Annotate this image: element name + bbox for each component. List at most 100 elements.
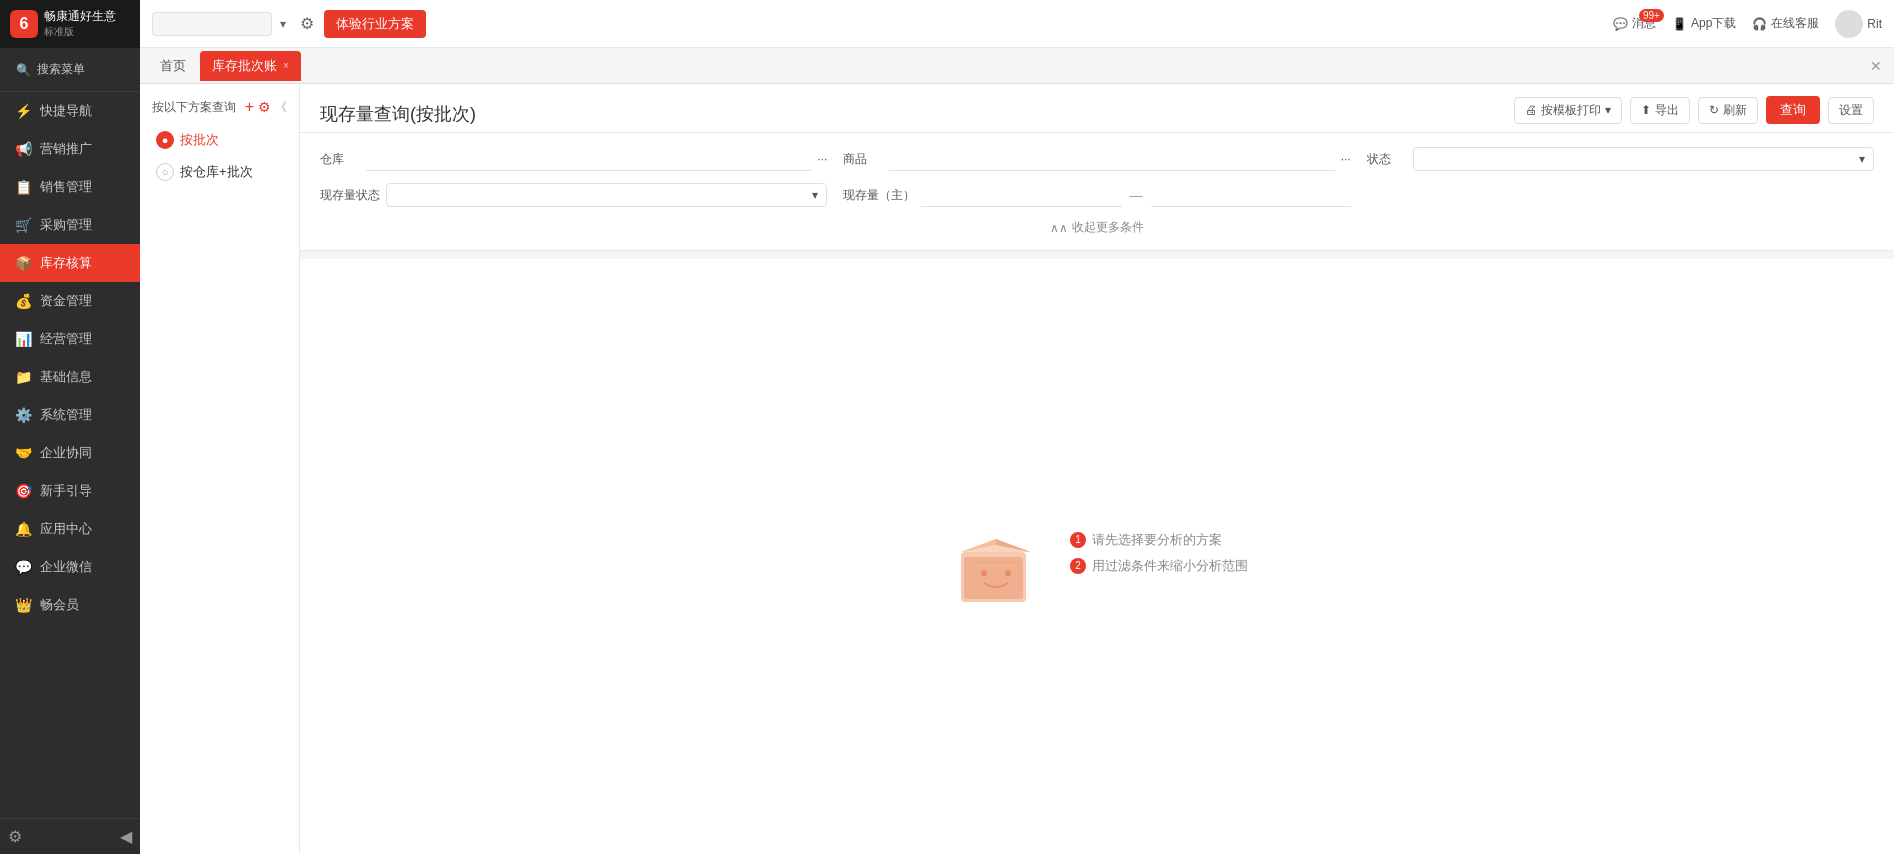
sidebar-item-label: 基础信息 bbox=[40, 368, 92, 386]
tab-bar-close-button[interactable]: ✕ bbox=[1870, 58, 1882, 74]
header-dropdown-button[interactable]: ▾ bbox=[276, 13, 290, 35]
logo-char: 6 bbox=[20, 15, 29, 33]
wechat-icon: 💬 bbox=[14, 558, 32, 576]
top-header: ▾ ⚙ 体验行业方案 💬 消息 99+ 📱 App下载 🎧 在线客服 Rit bbox=[140, 0, 1894, 48]
search-icon: 🔍 bbox=[16, 63, 31, 77]
inventory-status-label: 现存量状态 bbox=[320, 187, 380, 204]
collapse-filter-button[interactable]: ∧∧ 收起更多条件 bbox=[320, 219, 1874, 236]
marketing-icon: 📢 bbox=[14, 140, 32, 158]
product-filter-input[interactable] bbox=[889, 148, 1334, 171]
svg-rect-1 bbox=[964, 557, 1023, 599]
sidebar-item-label: 销售管理 bbox=[40, 178, 92, 196]
settings-button[interactable]: 设置 bbox=[1828, 97, 1874, 124]
sidebar-footer: ⚙ ◀ bbox=[0, 818, 140, 854]
sidebar-item-sales[interactable]: 📋 销售管理 bbox=[0, 168, 140, 206]
tab-home[interactable]: 首页 bbox=[148, 51, 198, 81]
operation-icon: 📊 bbox=[14, 330, 32, 348]
header-settings-button[interactable]: ⚙ bbox=[294, 10, 320, 37]
sidebar-item-label: 企业协同 bbox=[40, 444, 92, 462]
filter-row-1: 仓库 ··· 商品 ··· 状态 ▾ bbox=[320, 147, 1874, 171]
step-1-number: 1 bbox=[1070, 532, 1086, 548]
sales-icon: 📋 bbox=[14, 178, 32, 196]
messages-badge: 99+ bbox=[1639, 9, 1664, 22]
scheme-item-batch[interactable]: ● 按批次 bbox=[140, 124, 299, 156]
header-search-input[interactable] bbox=[152, 12, 272, 36]
header-right: 💬 消息 99+ 📱 App下载 🎧 在线客服 Rit bbox=[1613, 10, 1882, 38]
print-dropdown-icon: ▾ bbox=[1605, 103, 1611, 117]
sidebar-item-label: 快捷导航 bbox=[40, 102, 92, 120]
quicknav-icon: ⚡ bbox=[14, 102, 32, 120]
newbie-icon: 🎯 bbox=[14, 482, 32, 500]
online-service-button[interactable]: 🎧 在线客服 bbox=[1752, 15, 1819, 32]
status-filter-label: 状态 bbox=[1367, 151, 1407, 168]
export-button[interactable]: ⬆ 导出 bbox=[1630, 97, 1690, 124]
filter-row-2: 现存量状态 ▾ 现存量（主） — bbox=[320, 183, 1874, 207]
collapse-panel-button[interactable]: 《 bbox=[275, 99, 287, 116]
sidebar-item-wechat[interactable]: 💬 企业微信 bbox=[0, 548, 140, 586]
search-menu-button[interactable]: 🔍 搜索菜单 bbox=[8, 56, 132, 83]
filter-status: 状态 ▾ bbox=[1367, 147, 1874, 171]
product-more-button[interactable]: ··· bbox=[1341, 152, 1351, 166]
industry-solution-button[interactable]: 体验行业方案 bbox=[324, 10, 426, 38]
export-icon: ⬆ bbox=[1641, 103, 1651, 117]
scheme-active-icon: ● bbox=[156, 131, 174, 149]
tab-inventory-batch[interactable]: 库存批次账 × bbox=[200, 51, 301, 81]
phone-icon: 📱 bbox=[1672, 17, 1687, 31]
inventory-status-dropdown-icon: ▾ bbox=[812, 188, 818, 202]
export-label: 导出 bbox=[1655, 102, 1679, 119]
user-profile-button[interactable]: Rit bbox=[1835, 10, 1882, 38]
sidebar-item-member[interactable]: 👑 畅会员 bbox=[0, 586, 140, 624]
scheme-item-warehouse-batch[interactable]: ○ 按仓库+批次 bbox=[140, 156, 299, 188]
messages-button[interactable]: 💬 消息 99+ bbox=[1613, 15, 1656, 32]
warehouse-more-button[interactable]: ··· bbox=[817, 152, 827, 166]
sidebar-brand: 畅康通好生意 标准版 bbox=[44, 9, 116, 39]
username-label: Rit bbox=[1867, 17, 1882, 31]
query-button[interactable]: 查询 bbox=[1766, 96, 1820, 124]
status-filter-select[interactable]: ▾ bbox=[1413, 147, 1874, 171]
print-button[interactable]: 🖨 按模板打印 ▾ bbox=[1514, 97, 1622, 124]
print-label: 按模板打印 bbox=[1541, 102, 1601, 119]
sidebar-item-marketing[interactable]: 📢 营销推广 bbox=[0, 130, 140, 168]
filter-product: 商品 ··· bbox=[843, 148, 1350, 171]
online-service-label: 在线客服 bbox=[1771, 15, 1819, 32]
range-dash: — bbox=[1130, 188, 1143, 203]
sidebar-header: 6 畅康通好生意 标准版 bbox=[0, 0, 140, 48]
inventory-quantity-from[interactable] bbox=[921, 184, 1121, 207]
sidebar-item-purchase[interactable]: 🛒 采购管理 bbox=[0, 206, 140, 244]
inventory-status-select[interactable]: ▾ bbox=[386, 183, 827, 207]
sidebar-item-system[interactable]: ⚙️ 系统管理 bbox=[0, 396, 140, 434]
svg-point-2 bbox=[981, 570, 987, 576]
content-area: 按以下方案查询 + ⚙ 《 ● 按批次 ○ 按仓库+批次 现存量查询(按批次) bbox=[140, 84, 1894, 854]
empty-icon bbox=[946, 507, 1046, 607]
sidebar-collapse-button[interactable]: ◀ bbox=[120, 827, 132, 846]
avatar bbox=[1835, 10, 1863, 38]
sidebar-item-newbie[interactable]: 🎯 新手引导 bbox=[0, 472, 140, 510]
inventory-quantity-to[interactable] bbox=[1151, 184, 1351, 207]
left-panel-title: 按以下方案查询 bbox=[152, 99, 236, 116]
inventory-batch-tab-label: 库存批次账 bbox=[212, 57, 277, 75]
sidebar-item-operation[interactable]: 📊 经营管理 bbox=[0, 320, 140, 358]
warehouse-filter-input[interactable] bbox=[366, 148, 811, 171]
sidebar-item-finance[interactable]: 💰 资金管理 bbox=[0, 282, 140, 320]
sidebar-item-label: 应用中心 bbox=[40, 520, 92, 538]
sidebar-item-inventory[interactable]: 📦 库存核算 bbox=[0, 244, 140, 282]
scheme-inactive-icon: ○ bbox=[156, 163, 174, 181]
refresh-button[interactable]: ↻ 刷新 bbox=[1698, 97, 1758, 124]
app-download-button[interactable]: 📱 App下载 bbox=[1672, 15, 1736, 32]
scheme-settings-button[interactable]: ⚙ bbox=[258, 99, 271, 115]
collapse-filter-label: 收起更多条件 bbox=[1072, 219, 1144, 236]
sidebar-item-appstore[interactable]: 🔔 应用中心 bbox=[0, 510, 140, 548]
sidebar-item-quicknav[interactable]: ⚡ 快捷导航 bbox=[0, 92, 140, 130]
inventory-icon: 📦 bbox=[14, 254, 32, 272]
warehouse-filter-label: 仓库 bbox=[320, 151, 360, 168]
sidebar-item-basic[interactable]: 📁 基础信息 bbox=[0, 358, 140, 396]
main-area: ▾ ⚙ 体验行业方案 💬 消息 99+ 📱 App下载 🎧 在线客服 Rit bbox=[140, 0, 1894, 854]
sidebar-settings-button[interactable]: ⚙ bbox=[8, 827, 22, 846]
add-scheme-button[interactable]: + bbox=[245, 98, 254, 116]
sidebar-item-enterprise[interactable]: 🤝 企业协同 bbox=[0, 434, 140, 472]
empty-text-list: 1 请先选择要分析的方案 2 用过滤条件来缩小分析范围 bbox=[1070, 531, 1248, 583]
empty-illustration bbox=[946, 507, 1046, 617]
finance-icon: 💰 bbox=[14, 292, 32, 310]
tab-close-button[interactable]: × bbox=[283, 60, 289, 71]
left-panel-actions: + ⚙ 《 bbox=[245, 98, 287, 116]
